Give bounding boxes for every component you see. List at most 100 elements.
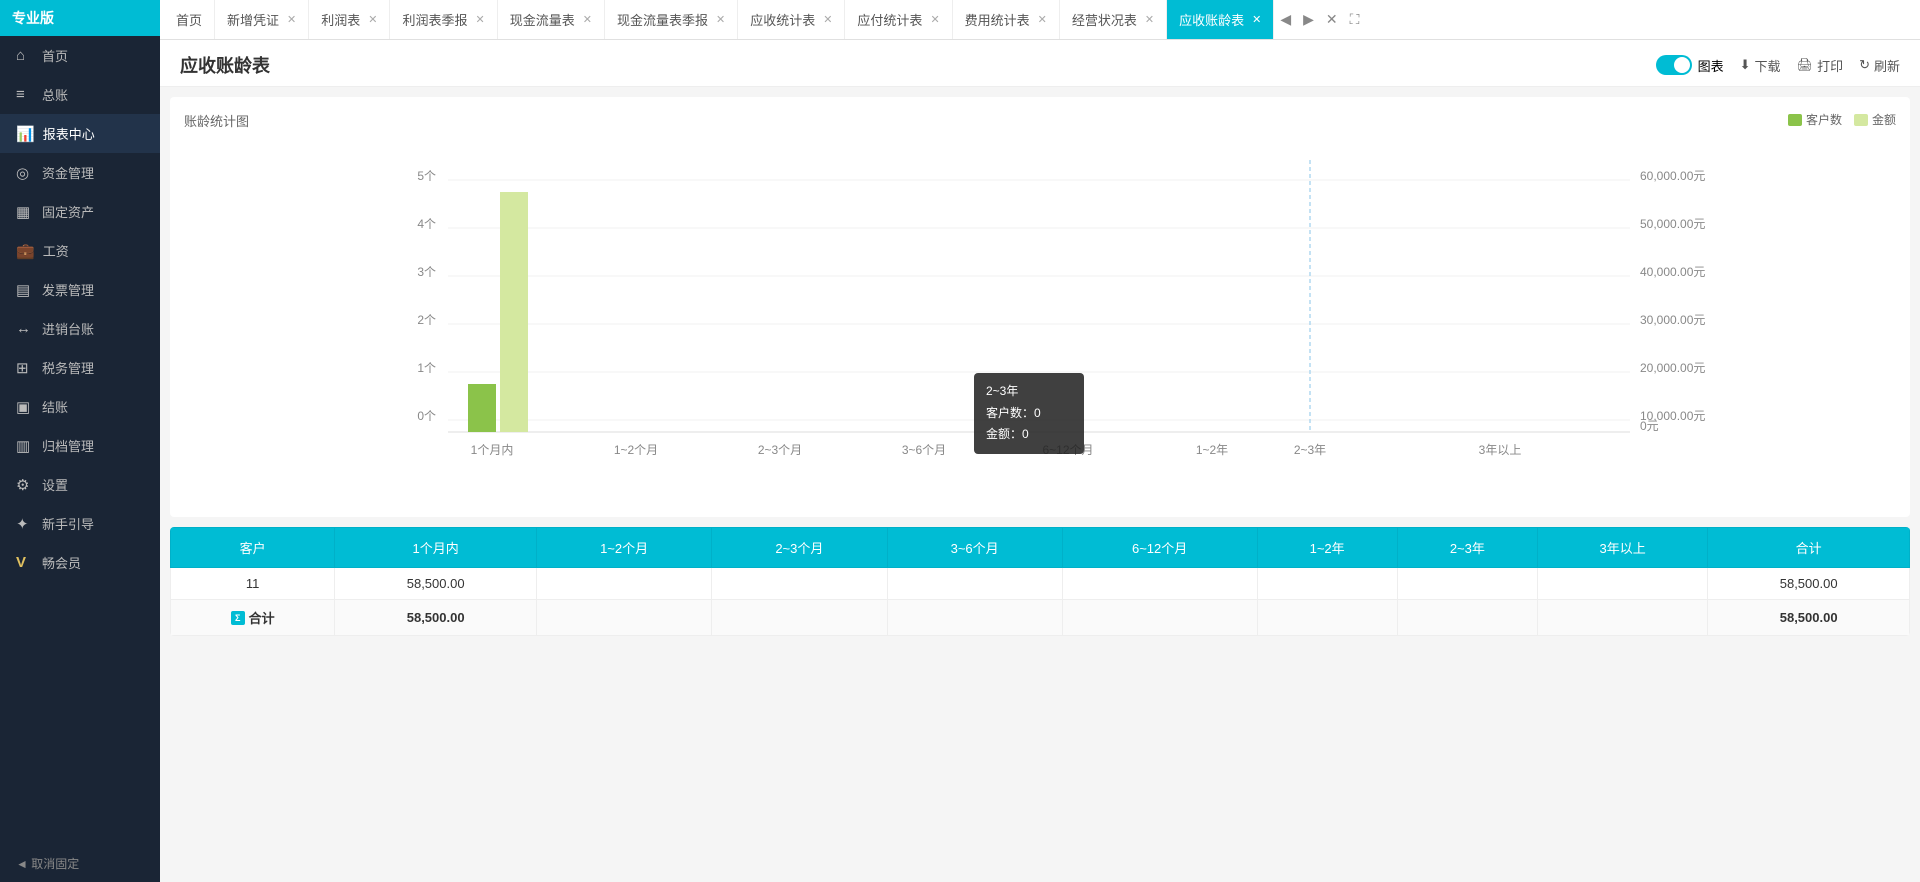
col-1m: 1个月内 bbox=[335, 528, 537, 568]
chart-svg-wrap: 5个 4个 3个 2个 1个 0个 60,000.00元 50,000.00元 … bbox=[184, 140, 1896, 503]
col-36m: 3~6个月 bbox=[887, 528, 1062, 568]
tab-scroll-left[interactable]: ◀ bbox=[1274, 0, 1297, 40]
legend-amount: 金额 bbox=[1854, 111, 1896, 128]
sidebar-item-label: 税务管理 bbox=[42, 358, 94, 377]
sidebar-item-label: 资金管理 bbox=[42, 163, 94, 182]
tab-operations[interactable]: 经营状况表 ✕ bbox=[1060, 0, 1167, 40]
chart-toggle[interactable]: 图表 bbox=[1656, 55, 1724, 75]
sidebar-item-settings[interactable]: ⚙ 设置 bbox=[0, 465, 160, 504]
table-total-row: Σ 合计 58,500.00 58,500.00 bbox=[171, 600, 1910, 636]
tab-operations-label: 经营状况表 bbox=[1072, 10, 1137, 29]
tab-ar-aging[interactable]: 应收账龄表 ✕ bbox=[1167, 0, 1274, 40]
tab-profit-close[interactable]: ✕ bbox=[368, 13, 377, 26]
tab-ap-stats[interactable]: 应付统计表 ✕ bbox=[845, 0, 952, 40]
sidebar-item-fixed[interactable]: ▦ 固定资产 bbox=[0, 192, 160, 231]
sidebar-item-report[interactable]: 📊 报表中心 bbox=[0, 114, 160, 153]
total-23y bbox=[1397, 600, 1537, 636]
sidebar-pin-toggle[interactable]: ◄ 取消固定 bbox=[0, 845, 160, 882]
vip-icon: V bbox=[16, 554, 34, 571]
tab-maximize[interactable]: ⛶ bbox=[1344, 0, 1366, 40]
tab-scroll-right[interactable]: ▶ bbox=[1297, 0, 1320, 40]
download-button[interactable]: ⬇ 下载 bbox=[1740, 56, 1781, 75]
refresh-icon: ↻ bbox=[1859, 57, 1870, 73]
sidebar-item-guide[interactable]: ✦ 新手引导 bbox=[0, 504, 160, 543]
col-23y: 2~3年 bbox=[1397, 528, 1537, 568]
tab-expense-stats[interactable]: 费用统计表 ✕ bbox=[953, 0, 1060, 40]
tab-ar-stats[interactable]: 应收统计表 ✕ bbox=[738, 0, 845, 40]
sidebar-item-tax[interactable]: ⊞ 税务管理 bbox=[0, 348, 160, 387]
total-36m bbox=[887, 600, 1062, 636]
tab-operations-close[interactable]: ✕ bbox=[1145, 13, 1154, 26]
tab-profit-quarterly[interactable]: 利润表季报 ✕ bbox=[390, 0, 497, 40]
total-12y bbox=[1257, 600, 1397, 636]
tab-profit-quarterly-close[interactable]: ✕ bbox=[476, 13, 485, 26]
tab-voucher[interactable]: 新增凭证 ✕ bbox=[215, 0, 309, 40]
fixed-icon: ▦ bbox=[16, 203, 34, 221]
print-label: 打印 bbox=[1817, 56, 1843, 75]
settings-icon: ⚙ bbox=[16, 476, 34, 494]
cell-36m bbox=[887, 568, 1062, 600]
legend-color-green bbox=[1788, 114, 1802, 126]
tab-ar-stats-close[interactable]: ✕ bbox=[823, 13, 832, 26]
tab-cashflow-close[interactable]: ✕ bbox=[583, 13, 592, 26]
tab-home[interactable]: 首页 bbox=[164, 0, 215, 40]
sidebar-item-label: 归档管理 bbox=[42, 436, 94, 455]
tab-cashflow[interactable]: 现金流量表 ✕ bbox=[498, 0, 605, 40]
sidebar-item-archive[interactable]: ▥ 归档管理 bbox=[0, 426, 160, 465]
tab-cashflow-quarterly[interactable]: 现金流量表季报 ✕ bbox=[605, 0, 738, 40]
chart-title: 账龄统计图 bbox=[184, 111, 1896, 130]
salary-icon: 💼 bbox=[16, 242, 35, 260]
sales-icon: ↔ bbox=[16, 320, 34, 337]
tab-voucher-close[interactable]: ✕ bbox=[287, 13, 296, 26]
cell-23y bbox=[1397, 568, 1537, 600]
cell-612m bbox=[1062, 568, 1257, 600]
sidebar-item-close[interactable]: ▣ 结账 bbox=[0, 387, 160, 426]
sidebar-item-sales[interactable]: ↔ 进销台账 bbox=[0, 309, 160, 348]
col-23m: 2~3个月 bbox=[712, 528, 887, 568]
cell-23m bbox=[712, 568, 887, 600]
col-3y: 3年以上 bbox=[1537, 528, 1707, 568]
invoice-icon: ▤ bbox=[16, 281, 34, 299]
refresh-button[interactable]: ↻ 刷新 bbox=[1859, 56, 1900, 75]
sidebar-item-invoice[interactable]: ▤ 发票管理 bbox=[0, 270, 160, 309]
tax-icon: ⊞ bbox=[16, 359, 34, 377]
total-icon: Σ bbox=[231, 611, 245, 625]
tab-expense-stats-close[interactable]: ✕ bbox=[1038, 13, 1047, 26]
legend-label-amount: 金额 bbox=[1872, 111, 1896, 128]
ledger-icon: ≡ bbox=[16, 86, 34, 103]
col-612m: 6~12个月 bbox=[1062, 528, 1257, 568]
svg-text:1~2年: 1~2年 bbox=[1196, 443, 1228, 457]
sidebar-item-ledger[interactable]: ≡ 总账 bbox=[0, 75, 160, 114]
sidebar-item-salary[interactable]: 💼 工资 bbox=[0, 231, 160, 270]
svg-text:40,000.00元: 40,000.00元 bbox=[1640, 265, 1705, 279]
sidebar-item-vip[interactable]: V 畅会员 bbox=[0, 543, 160, 582]
tab-home-label: 首页 bbox=[176, 10, 202, 29]
toggle-track[interactable] bbox=[1656, 55, 1692, 75]
sidebar-item-label: 总账 bbox=[42, 85, 68, 104]
content-area: 账龄统计图 客户数 金额 5个 4个 3个 2个 1个 bbox=[160, 87, 1920, 882]
svg-text:20,000.00元: 20,000.00元 bbox=[1640, 361, 1705, 375]
sidebar-item-label: 报表中心 bbox=[43, 124, 95, 143]
total-12m bbox=[536, 600, 711, 636]
print-button[interactable]: 🖨 打印 bbox=[1797, 56, 1844, 75]
sidebar-item-home[interactable]: ⌂ 首页 bbox=[0, 36, 160, 75]
col-12m: 1~2个月 bbox=[536, 528, 711, 568]
capital-icon: ◎ bbox=[16, 164, 34, 182]
sidebar-item-label: 进销台账 bbox=[42, 319, 94, 338]
sidebar-item-label: 首页 bbox=[42, 46, 68, 65]
tab-ar-aging-close[interactable]: ✕ bbox=[1252, 13, 1261, 26]
tab-profit[interactable]: 利润表 ✕ bbox=[309, 0, 390, 40]
svg-text:2~3个月: 2~3个月 bbox=[758, 443, 802, 457]
tab-ap-stats-close[interactable]: ✕ bbox=[930, 13, 939, 26]
svg-text:6~12个月: 6~12个月 bbox=[1042, 443, 1093, 457]
sidebar-item-capital[interactable]: ◎ 资金管理 bbox=[0, 153, 160, 192]
legend-customer-count: 客户数 bbox=[1788, 111, 1842, 128]
sidebar-item-label: 设置 bbox=[42, 475, 68, 494]
close-account-icon: ▣ bbox=[16, 398, 34, 416]
archive-icon: ▥ bbox=[16, 437, 34, 455]
cell-total: 58,500.00 bbox=[1708, 568, 1910, 600]
tab-ar-stats-label: 应收统计表 bbox=[750, 10, 815, 29]
toggle-label: 图表 bbox=[1698, 56, 1724, 75]
tab-close-all[interactable]: ✕ bbox=[1320, 0, 1344, 40]
tab-cashflow-quarterly-close[interactable]: ✕ bbox=[716, 13, 725, 26]
